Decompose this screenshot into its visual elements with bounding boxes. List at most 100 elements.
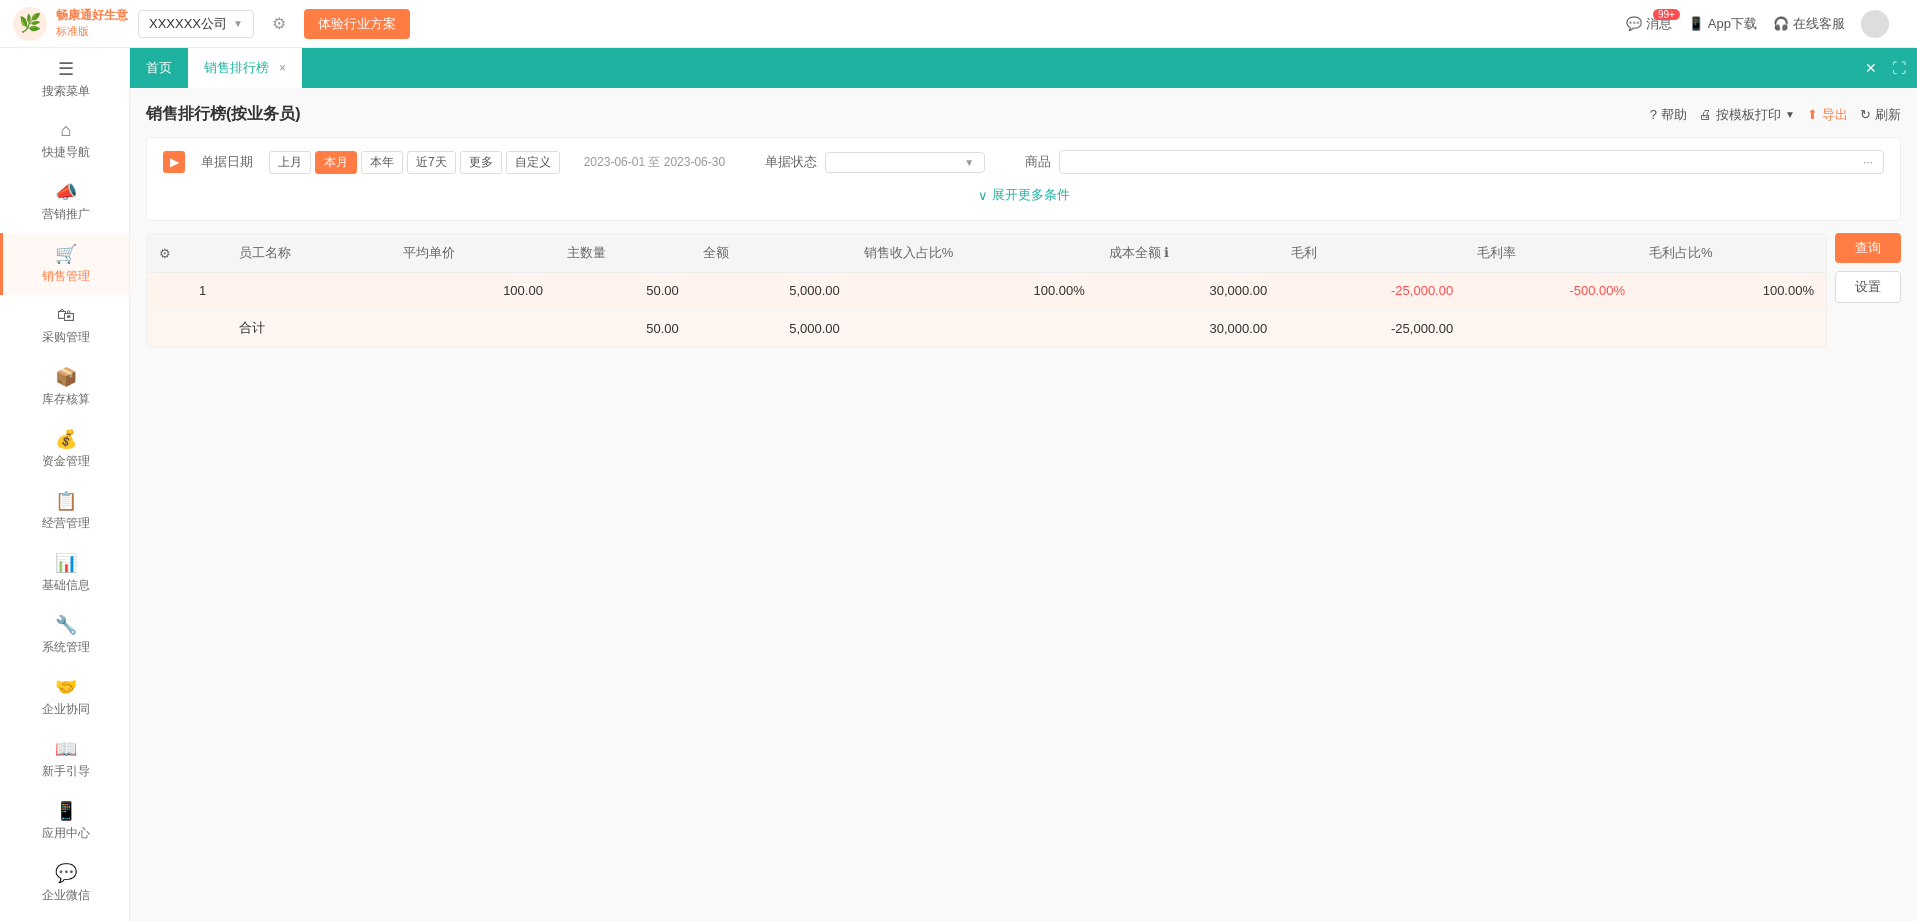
tab-sales-ranking-label: 销售排行榜 <box>204 59 269 77</box>
status-filter-label: 单据状态 <box>765 153 817 171</box>
home-icon: ⌂ <box>61 120 72 141</box>
print-button[interactable]: 🖨 按模板打印 ▼ <box>1699 106 1795 124</box>
sidebar-label-basic: 基础信息 <box>42 577 90 594</box>
search-button[interactable]: 查询 <box>1835 233 1901 263</box>
sidebar-item-quick-nav[interactable]: ⌂ 快捷导航 <box>0 110 129 171</box>
goods-filter-input[interactable]: ··· <box>1059 150 1884 174</box>
window-close-button[interactable]: ✕ <box>1861 58 1881 78</box>
filter-arrow-icon: ▶ <box>170 155 179 169</box>
sidebar-item-new-guide[interactable]: 📖 新手引导 <box>0 728 129 790</box>
sidebar-item-inventory[interactable]: 📦 库存核算 <box>0 356 129 418</box>
column-settings-icon[interactable]: ⚙ <box>159 246 171 261</box>
sidebar-label-guide: 新手引导 <box>42 763 90 780</box>
sidebar-label-collab: 企业协同 <box>42 701 90 718</box>
enterprise-collab-icon: 🤝 <box>55 676 77 698</box>
filter-toggle-button[interactable]: ▶ <box>163 151 185 173</box>
expand-icon: ∨ <box>978 188 988 203</box>
new-guide-icon: 📖 <box>55 738 77 760</box>
td-gross: -25,000.00 <box>1279 273 1465 309</box>
company-name: XXXXXX公司 <box>149 15 227 33</box>
th-settings: ⚙ <box>147 234 187 273</box>
company-selector[interactable]: XXXXXX公司 ▼ <box>138 10 254 38</box>
sidebar-item-app-center[interactable]: 📱 应用中心 <box>0 790 129 852</box>
settings-button[interactable]: 设置 <box>1835 271 1901 303</box>
sidebar-item-purchase[interactable]: 🛍 采购管理 <box>0 295 129 356</box>
date-btn-7days[interactable]: 近7天 <box>407 151 456 174</box>
phone-icon: 📱 <box>1688 16 1704 31</box>
company-settings-button[interactable]: ⚙ <box>264 9 294 39</box>
date-btn-current-month[interactable]: 本月 <box>315 151 357 174</box>
try-industry-button[interactable]: 体验行业方案 <box>304 9 410 39</box>
operation-icon: 📋 <box>55 490 77 512</box>
footer-avg-price <box>391 309 555 348</box>
sidebar-item-finance[interactable]: 💰 资金管理 <box>0 418 129 480</box>
system-icon: 🔧 <box>55 614 77 636</box>
th-amount: 全额 <box>691 234 852 273</box>
app-download-label: App下载 <box>1708 15 1757 33</box>
date-btn-last-month[interactable]: 上月 <box>269 151 311 174</box>
footer-gross-pct <box>1637 309 1826 348</box>
wechat-icon: 💬 <box>55 862 77 884</box>
sidebar-item-operation[interactable]: 📋 经营管理 <box>0 480 129 542</box>
export-label: 导出 <box>1822 106 1848 124</box>
export-button[interactable]: ⬆ 导出 <box>1807 106 1848 124</box>
app-logo-text: 畅康通好生意 <box>56 8 128 24</box>
page-title: 销售排行榜(按业务员) <box>146 104 301 125</box>
window-expand-button[interactable]: ⛶ <box>1889 58 1909 78</box>
tab-home-label: 首页 <box>146 59 172 77</box>
td-settings <box>147 273 187 309</box>
date-btn-custom[interactable]: 自定义 <box>506 151 560 174</box>
td-gross-rate: -500.00% <box>1465 273 1637 309</box>
message-button[interactable]: 💬 消息 99+ <box>1626 15 1672 33</box>
help-button[interactable]: ? 帮助 <box>1650 106 1687 124</box>
footer-label: 合计 <box>227 309 391 348</box>
sidebar-label-marketing: 营销推广 <box>42 206 90 223</box>
th-gross-rate: 毛利率 <box>1465 234 1637 273</box>
td-rank: 1 <box>187 273 227 309</box>
footer-cost: 30,000.00 <box>1097 309 1280 348</box>
sidebar-item-sales[interactable]: 🛒 销售管理 <box>0 233 129 295</box>
tab-close-button[interactable]: × <box>279 61 286 75</box>
sidebar-label-operation: 经营管理 <box>42 515 90 532</box>
status-select[interactable]: ▼ <box>825 152 985 173</box>
print-dropdown-arrow: ▼ <box>1785 109 1795 120</box>
finance-icon: 💰 <box>55 428 77 450</box>
logo-icon: 🌿 <box>12 6 48 42</box>
sales-icon: 🛒 <box>55 243 77 265</box>
message-badge: 99+ <box>1653 9 1680 20</box>
sidebar-label-inventory: 库存核算 <box>42 391 90 408</box>
sidebar-label-finance: 资金管理 <box>42 453 90 470</box>
expand-more-button[interactable]: ∨ 展开更多条件 <box>978 186 1070 204</box>
th-main-qty: 主数量 <box>555 234 691 273</box>
tab-sales-ranking[interactable]: 销售排行榜 × <box>188 48 302 88</box>
tab-home[interactable]: 首页 <box>130 48 188 88</box>
date-range-display: 2023-06-01 至 2023-06-30 <box>584 154 725 171</box>
th-rank <box>187 234 227 273</box>
table-footer-row: 合计 50.00 5,000.00 30,000.00 -25,000.00 <box>147 309 1826 348</box>
th-gross: 毛利 <box>1279 234 1465 273</box>
refresh-button[interactable]: ↻ 刷新 <box>1860 106 1901 124</box>
sidebar-label-search: 搜索菜单 <box>42 83 90 100</box>
user-avatar[interactable] <box>1861 10 1889 38</box>
sidebar-item-marketing[interactable]: 📣 营销推广 <box>0 171 129 233</box>
sidebar-item-system[interactable]: 🔧 系统管理 <box>0 604 129 666</box>
footer-main-qty: 50.00 <box>555 309 691 348</box>
td-main-qty: 50.00 <box>555 273 691 309</box>
sidebar-item-search-order[interactable]: ☰ 搜索菜单 <box>0 48 129 110</box>
th-employee: 员工名称 <box>227 234 391 273</box>
refresh-label: 刷新 <box>1875 106 1901 124</box>
online-service-button[interactable]: 🎧 在线客服 <box>1773 15 1845 33</box>
th-avg-price: 平均单价 <box>391 234 555 273</box>
sidebar-item-basic-info[interactable]: 📊 基础信息 <box>0 542 129 604</box>
sidebar-label-purchase: 采购管理 <box>42 329 90 346</box>
app-download-button[interactable]: 📱 App下载 <box>1688 15 1757 33</box>
filter-area: ▶ 单据日期 上月 本月 本年 近7天 更多 自定义 2023-06-01 至 … <box>146 137 1901 221</box>
sidebar-item-member[interactable]: ♛ 畅会员 <box>0 914 129 921</box>
date-btn-more[interactable]: 更多 <box>460 151 502 174</box>
footer-sales-pct <box>852 309 1097 348</box>
date-btn-current-year[interactable]: 本年 <box>361 151 403 174</box>
sidebar-label-quick: 快捷导航 <box>42 144 90 161</box>
sidebar-item-enterprise-collab[interactable]: 🤝 企业协同 <box>0 666 129 728</box>
sidebar-label-sales: 销售管理 <box>42 268 90 285</box>
sidebar-item-enterprise-wechat[interactable]: 💬 企业微信 <box>0 852 129 914</box>
